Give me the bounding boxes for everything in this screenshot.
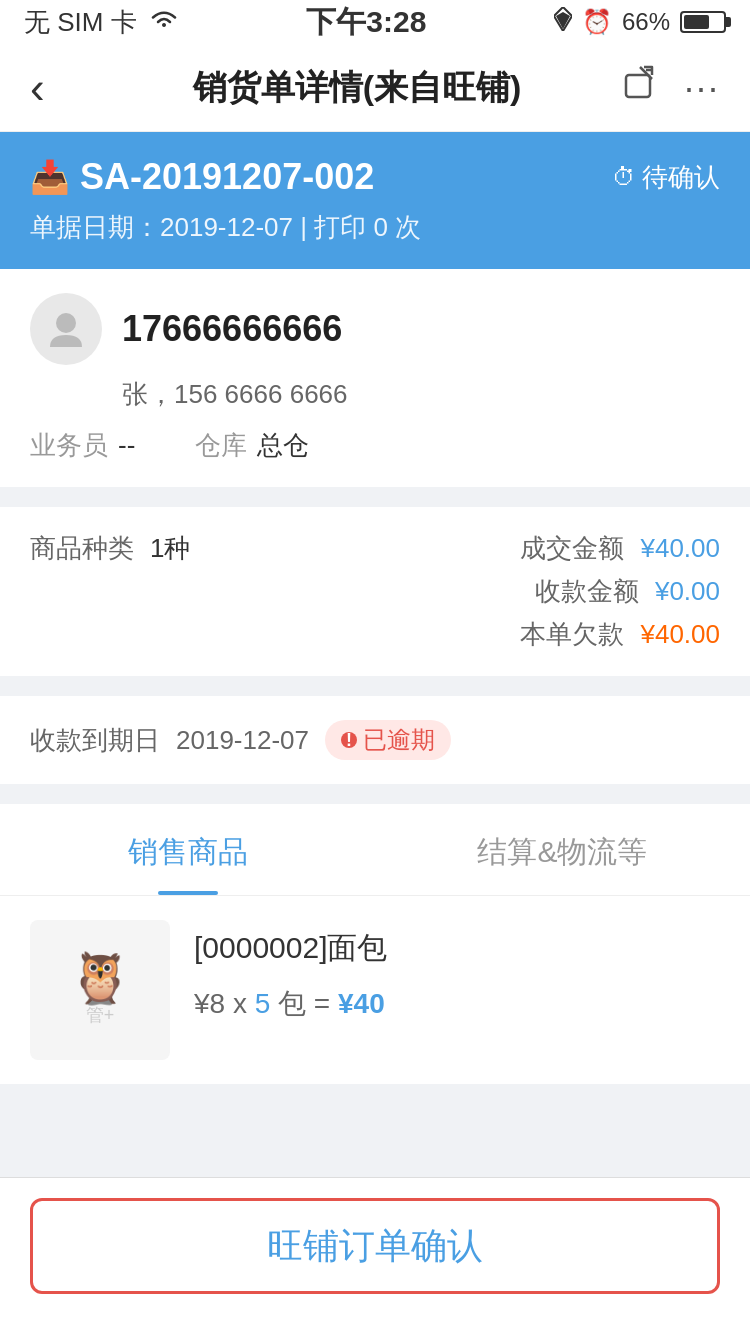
product-unit: 包 bbox=[278, 988, 306, 1019]
product-logo: 🦉 管+ bbox=[69, 953, 131, 1027]
customer-top: 17666666666 bbox=[30, 293, 720, 365]
product-logo-text: 管+ bbox=[69, 1003, 131, 1027]
wifi-icon bbox=[149, 7, 179, 38]
svg-rect-1 bbox=[626, 75, 650, 97]
product-price-line: ¥8 x 5 包 = ¥40 bbox=[194, 985, 720, 1023]
product-multiply: x bbox=[233, 988, 255, 1019]
salesperson-value: -- bbox=[118, 430, 135, 461]
order-header-top: 📥 SA-20191207-002 ⏱ 待确认 bbox=[30, 156, 720, 198]
order-header: 📥 SA-20191207-002 ⏱ 待确认 单据日期：2019-12-07 … bbox=[0, 132, 750, 269]
clock-icon: ⏱ bbox=[612, 163, 636, 191]
battery-percent: 66% bbox=[622, 8, 670, 36]
battery-icon bbox=[680, 11, 726, 33]
due-date-section: 收款到期日 2019-12-07 ! 已逾期 bbox=[0, 696, 750, 784]
warehouse-item: 仓库 总仓 bbox=[195, 428, 309, 463]
overdue-text: 已逾期 bbox=[363, 724, 435, 756]
due-date-value: 2019-12-07 bbox=[176, 725, 309, 756]
tab-settlement[interactable]: 结算&物流等 bbox=[375, 804, 750, 895]
tabs-section: 销售商品 结算&物流等 🦉 管+ [0000002]面包 ¥8 x 5 包 = bbox=[0, 804, 750, 1084]
location-icon bbox=[554, 7, 572, 37]
customer-meta: 业务员 -- 仓库 总仓 bbox=[30, 428, 720, 463]
status-left: 无 SIM 卡 bbox=[24, 5, 179, 40]
product-info: [0000002]面包 ¥8 x 5 包 = ¥40 bbox=[194, 920, 720, 1023]
owed-value: ¥40.00 bbox=[640, 619, 720, 650]
deal-label: 成交金额 bbox=[520, 531, 624, 566]
back-button[interactable]: ‹ bbox=[30, 63, 90, 113]
warehouse-label: 仓库 bbox=[195, 428, 247, 463]
received-label: 收款金额 bbox=[535, 574, 639, 609]
overdue-icon: ! bbox=[341, 732, 357, 748]
customer-name: 张，156 6666 6666 bbox=[122, 377, 720, 412]
due-date-label: 收款到期日 bbox=[30, 723, 160, 758]
inbox-icon: 📥 bbox=[30, 158, 70, 196]
svg-point-3 bbox=[56, 313, 76, 333]
avatar bbox=[30, 293, 102, 365]
customer-section: 17666666666 张，156 6666 6666 业务员 -- 仓库 总仓 bbox=[0, 269, 750, 487]
more-button[interactable]: ··· bbox=[684, 67, 720, 109]
received-value: ¥0.00 bbox=[655, 576, 720, 607]
product-equals: = bbox=[314, 988, 338, 1019]
share-button[interactable] bbox=[624, 65, 660, 110]
status-bar: 无 SIM 卡 下午3:28 ⏰ 66% bbox=[0, 0, 750, 44]
bottom-bar: 旺铺订单确认 bbox=[0, 1177, 750, 1334]
salesperson-item: 业务员 -- bbox=[30, 428, 135, 463]
product-name: [0000002]面包 bbox=[194, 928, 720, 969]
nav-actions: ··· bbox=[624, 65, 720, 110]
customer-phone: 17666666666 bbox=[122, 308, 342, 350]
overdue-badge: ! 已逾期 bbox=[325, 720, 451, 760]
order-date: 单据日期：2019-12-07 | 打印 0 次 bbox=[30, 210, 720, 245]
salesperson-label: 业务员 bbox=[30, 428, 108, 463]
product-quantity: 5 bbox=[255, 988, 271, 1019]
product-total: ¥40 bbox=[338, 988, 385, 1019]
owed-label: 本单欠款 bbox=[520, 617, 624, 652]
svg-marker-0 bbox=[556, 12, 570, 29]
tab-sales-products[interactable]: 销售商品 bbox=[0, 804, 375, 895]
warehouse-value: 总仓 bbox=[257, 428, 309, 463]
confirm-button[interactable]: 旺铺订单确认 bbox=[30, 1198, 720, 1294]
deal-value: ¥40.00 bbox=[640, 533, 720, 564]
summary-section: 商品种类 1种 成交金额 ¥40.00 收款金额 ¥0.00 本单欠款 ¥40.… bbox=[0, 507, 750, 676]
received-amount-row: 收款金额 ¥0.00 bbox=[535, 574, 720, 609]
product-thumbnail: 🦉 管+ bbox=[30, 920, 170, 1060]
nav-bar: ‹ 销货单详情(来自旺铺) ··· bbox=[0, 44, 750, 132]
page-title: 销货单详情(来自旺铺) bbox=[193, 65, 522, 111]
deal-amount-row: 成交金额 ¥40.00 bbox=[520, 531, 720, 566]
status-right: ⏰ 66% bbox=[554, 7, 726, 37]
product-price: ¥8 bbox=[194, 988, 225, 1019]
order-status: ⏱ 待确认 bbox=[612, 160, 720, 195]
product-section: 🦉 管+ [0000002]面包 ¥8 x 5 包 = ¥40 bbox=[0, 896, 750, 1084]
type-label: 商品种类 bbox=[30, 531, 134, 566]
owed-amount-row: 本单欠款 ¥40.00 bbox=[520, 617, 720, 652]
summary-left: 商品种类 1种 bbox=[30, 531, 190, 566]
status-time: 下午3:28 bbox=[306, 2, 426, 43]
tabs-header: 销售商品 结算&物流等 bbox=[0, 804, 750, 896]
battery-fill bbox=[684, 15, 709, 29]
product-item: 🦉 管+ [0000002]面包 ¥8 x 5 包 = ¥40 bbox=[30, 920, 720, 1060]
summary-right: 成交金额 ¥40.00 收款金额 ¥0.00 本单欠款 ¥40.00 bbox=[520, 531, 720, 652]
alarm-icon: ⏰ bbox=[582, 8, 612, 36]
order-id: 📥 SA-20191207-002 bbox=[30, 156, 374, 198]
type-value: 1种 bbox=[150, 531, 190, 566]
carrier-text: 无 SIM 卡 bbox=[24, 5, 137, 40]
